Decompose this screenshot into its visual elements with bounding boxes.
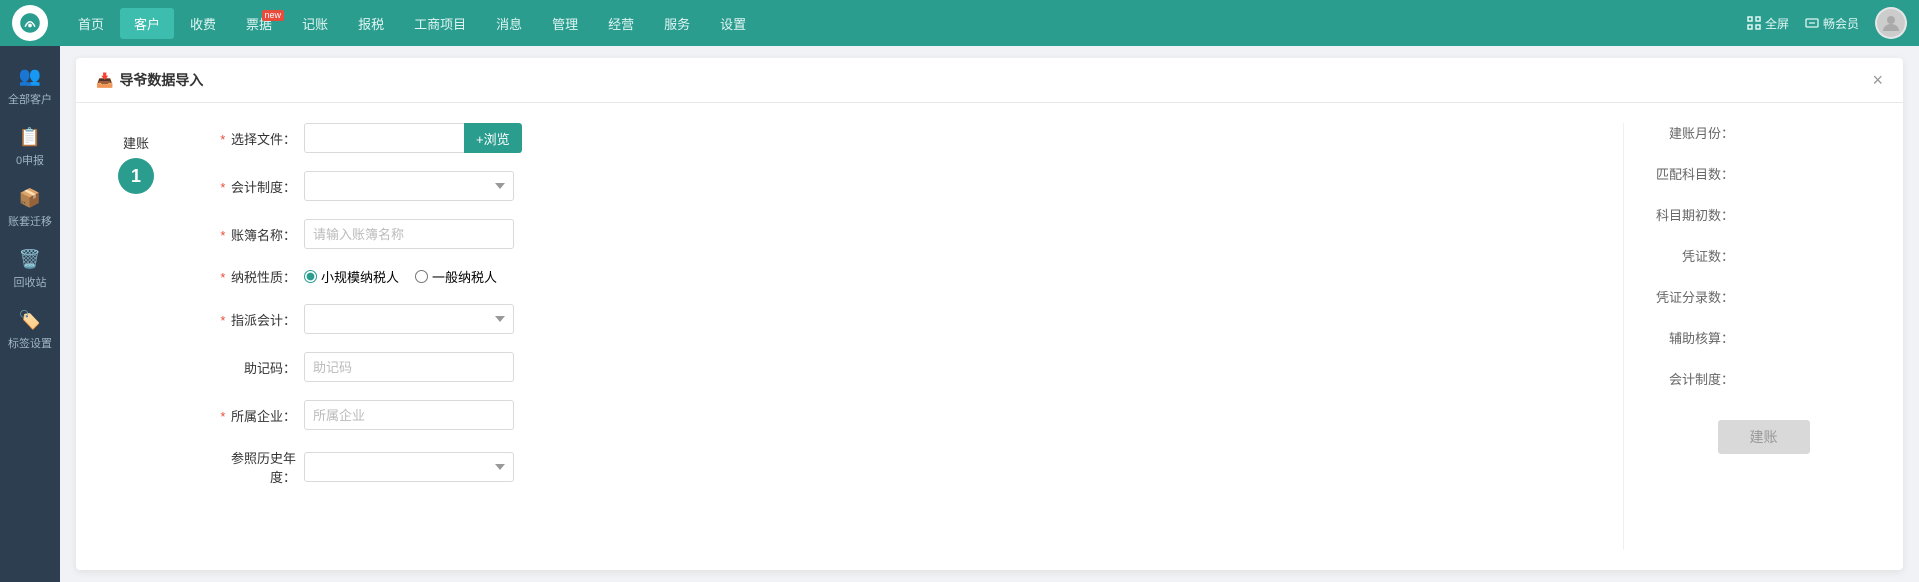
sidebar-item-tags[interactable]: 🏷️ 标签设置 (0, 300, 60, 361)
voucher-count-row: 凭证数： (1644, 246, 1883, 265)
import-panel: 📥 导爷数据导入 × 建账 1 * (76, 58, 1903, 570)
nav-menu: 首页 客户 收费 票据 new 记账 报税 工商项目 消息 管理 经营 服务 设… (64, 8, 1747, 39)
panel-header: 📥 导爷数据导入 × (76, 58, 1903, 103)
user-avatar[interactable] (1875, 7, 1907, 39)
nav-item-customers[interactable]: 客户 (120, 8, 174, 39)
step-section: 建账 1 (76, 123, 196, 550)
app-logo (12, 5, 48, 41)
file-label: * 选择文件： (216, 129, 296, 148)
memo-row: 助记码： (216, 352, 1603, 382)
ledger-label: * 账簿名称： (216, 225, 296, 244)
tax-row: * 纳税性质： 小规模纳税人 一般纳税人 (216, 267, 1603, 286)
voucher-count-label: 凭证数： (1644, 246, 1734, 265)
match-subjects-label: 匹配科目数： (1644, 164, 1734, 183)
tax-small-radio[interactable]: 小规模纳税人 (304, 267, 399, 286)
sidebar-item-all-customers[interactable]: 👥 全部客户 (0, 56, 60, 117)
nav-item-manage[interactable]: 管理 (538, 8, 592, 39)
company-row: * 所属企业： (216, 400, 1603, 430)
form-section: * 选择文件： +浏览 * 会计制度： (196, 123, 1623, 550)
nav-item-billing[interactable]: 收费 (176, 8, 230, 39)
fullscreen-button[interactable]: 全屏 (1747, 15, 1789, 32)
sidebar-item-label: 标签设置 (8, 335, 52, 351)
nav-right-area: 全屏 畅会员 (1747, 7, 1907, 39)
panel-body: 建账 1 * 选择文件： +浏览 (76, 103, 1903, 570)
auxiliary-label: 辅助核算： (1644, 328, 1734, 347)
info-section: 建账月份： 匹配科目数： 科目期初数： 凭证数： (1623, 123, 1903, 550)
nav-item-tickets[interactable]: 票据 new (232, 8, 286, 39)
recycle-icon: 🗑️ (19, 249, 41, 270)
nav-item-settings[interactable]: 设置 (706, 8, 760, 39)
main-layout: 👥 全部客户 📋 0申报 📦 账套迁移 🗑️ 回收站 🏷️ 标签设置 📥 (0, 46, 1919, 582)
panel-title-text: 导爷数据导入 (119, 70, 203, 90)
accounting-system-row: 会计制度： (1644, 369, 1883, 388)
tags-icon: 🏷️ (19, 310, 41, 331)
migration-icon: 📦 (19, 188, 41, 209)
voucher-entries-label: 凭证分录数： (1644, 287, 1734, 306)
top-navigation: 首页 客户 收费 票据 new 记账 报税 工商项目 消息 管理 经营 服务 设… (0, 0, 1919, 46)
accounting-select[interactable] (304, 171, 514, 201)
period-label: 科目期初数： (1644, 205, 1734, 224)
voucher-entries-row: 凭证分录数： (1644, 287, 1883, 306)
build-button-container: 建账 (1644, 410, 1883, 454)
company-label: * 所属企业： (216, 406, 296, 425)
history-label: 参照历史年度： (216, 448, 296, 486)
memo-input[interactable] (304, 352, 514, 382)
sidebar-item-declarations[interactable]: 📋 0申报 (0, 117, 60, 178)
accountant-label: * 指派会计： (216, 310, 296, 329)
ledger-input[interactable] (304, 219, 514, 249)
tax-general-radio[interactable]: 一般纳税人 (415, 267, 497, 286)
all-customers-icon: 👥 (19, 66, 41, 87)
nav-item-bizprojects[interactable]: 工商项目 (400, 8, 480, 39)
build-month-label: 建账月份： (1644, 123, 1734, 142)
company-input[interactable] (304, 400, 514, 430)
nav-item-services[interactable]: 服务 (650, 8, 704, 39)
sidebar-item-migration[interactable]: 📦 账套迁移 (0, 178, 60, 239)
build-month-row: 建账月份： (1644, 123, 1883, 142)
memo-label: 助记码： (216, 358, 296, 377)
build-account-button[interactable]: 建账 (1718, 420, 1810, 454)
new-badge: new (262, 10, 285, 21)
file-input[interactable] (304, 123, 464, 153)
match-subjects-row: 匹配科目数： (1644, 164, 1883, 183)
tax-radio-group: 小规模纳税人 一般纳税人 (304, 267, 497, 286)
step-number: 1 (118, 158, 154, 194)
sidebar-item-label: 回收站 (14, 274, 47, 290)
panel-title: 📥 导爷数据导入 (96, 70, 203, 90)
member-button[interactable]: 畅会员 (1805, 15, 1859, 32)
period-row: 科目期初数： (1644, 205, 1883, 224)
file-row: * 选择文件： +浏览 (216, 123, 1603, 153)
accounting-row: * 会计制度： (216, 171, 1603, 201)
content-area: 📥 导爷数据导入 × 建账 1 * (60, 46, 1919, 582)
declarations-icon: 📋 (19, 127, 41, 148)
ledger-row: * 账簿名称： (216, 219, 1603, 249)
close-button[interactable]: × (1872, 71, 1883, 89)
nav-item-operations[interactable]: 经营 (594, 8, 648, 39)
auxiliary-row: 辅助核算： (1644, 328, 1883, 347)
nav-item-bookkeeping[interactable]: 记账 (288, 8, 342, 39)
nav-item-home[interactable]: 首页 (64, 8, 118, 39)
history-select[interactable] (304, 452, 514, 482)
tax-label: * 纳税性质： (216, 267, 296, 286)
import-icon: 📥 (96, 72, 113, 89)
sidebar-item-recycle[interactable]: 🗑️ 回收站 (0, 239, 60, 300)
accountant-select[interactable] (304, 304, 514, 334)
sidebar-item-label: 全部客户 (8, 91, 52, 107)
nav-item-messages[interactable]: 消息 (482, 8, 536, 39)
nav-item-tax[interactable]: 报税 (344, 8, 398, 39)
history-row: 参照历史年度： (216, 448, 1603, 486)
accountant-row: * 指派会计： (216, 304, 1603, 334)
sidebar: 👥 全部客户 📋 0申报 📦 账套迁移 🗑️ 回收站 🏷️ 标签设置 (0, 46, 60, 582)
sidebar-item-label: 0申报 (16, 152, 44, 168)
sidebar-item-label: 账套迁移 (8, 213, 52, 229)
step-label: 建账 (123, 133, 149, 152)
file-input-group: +浏览 (304, 123, 522, 153)
accounting-label: * 会计制度： (216, 177, 296, 196)
accounting-system-label: 会计制度： (1644, 369, 1734, 388)
browse-button[interactable]: +浏览 (464, 123, 522, 153)
